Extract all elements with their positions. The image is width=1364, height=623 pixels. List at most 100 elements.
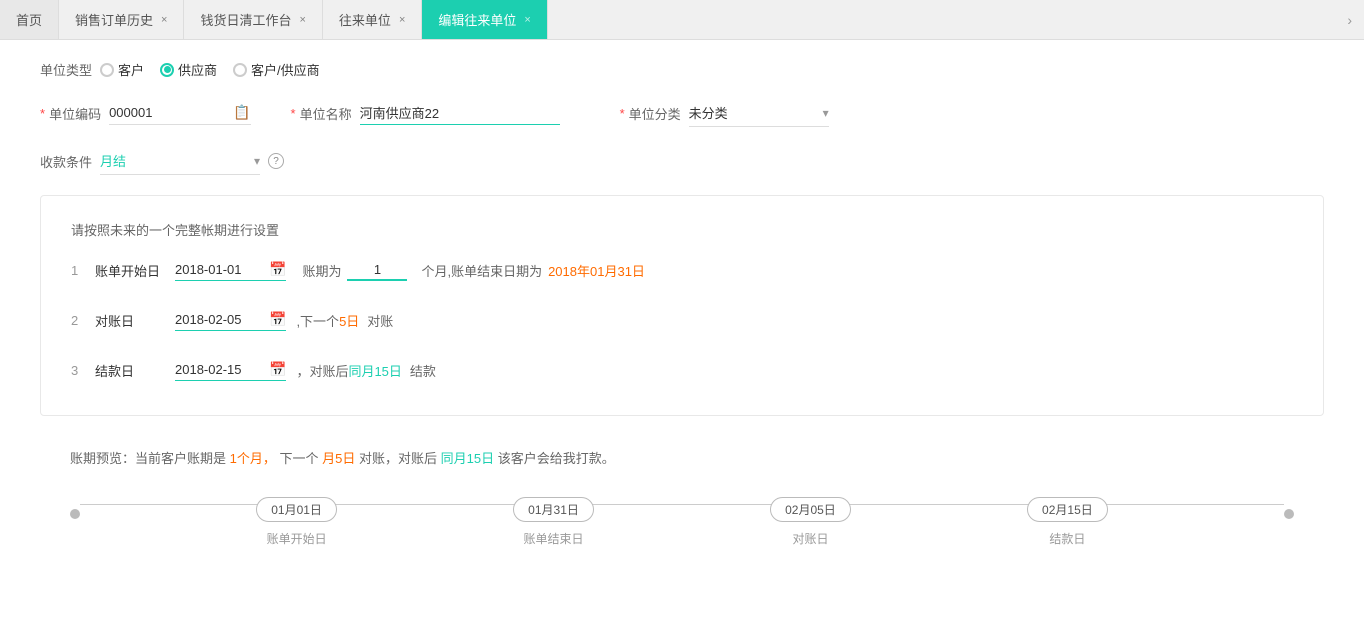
unit-code-input-wrapper: 📋 — [109, 101, 250, 125]
timeline-label-1: 账单开始日 — [267, 530, 327, 547]
timeline-label-2: 账单结束日 — [524, 530, 584, 547]
close-icon[interactable]: × — [399, 14, 405, 26]
preview-text: 账期预览：当前客户账期是 1个月， 下一个 月5日 对账，对账后 同月15日 该… — [70, 448, 1294, 467]
month-input[interactable] — [347, 260, 407, 281]
help-icon[interactable]: ? — [268, 153, 284, 169]
period-date-input-3[interactable] — [175, 362, 265, 377]
tab-more-button[interactable]: › — [1335, 12, 1364, 28]
period-num-3: 3 — [71, 363, 95, 378]
period-hint-1: 账期为 — [302, 261, 341, 280]
timeline: 01月01日 账单开始日 01月31日 账单结束日 02月05日 对账日 02月… — [70, 487, 1294, 587]
period-day-highlight-2: 5日 — [339, 311, 359, 330]
period-num-1: 1 — [71, 263, 95, 278]
period-box-title: 请按照未来的一个完整帐期进行设置 — [71, 220, 1293, 239]
period-hint-month: 个月,账单结束日期为 — [421, 261, 542, 280]
close-icon[interactable]: × — [524, 14, 530, 26]
unit-classify-select[interactable]: 未分类 ▾ — [689, 99, 829, 127]
preview-suffix: 该客户会给我打款。 — [498, 451, 615, 466]
timeline-badge-4: 02月15日 — [1027, 497, 1108, 522]
copy-icon[interactable]: 📋 — [233, 104, 250, 121]
radio-circle-supplier — [160, 63, 174, 77]
required-star3: * — [620, 106, 625, 121]
tab-cash-label: 钱货日清工作台 — [200, 10, 291, 29]
timeline-point-1: 01月01日 账单开始日 — [256, 497, 337, 547]
period-date-input-1[interactable] — [175, 262, 265, 277]
preview-section: 账期预览：当前客户账期是 1个月， 下一个 月5日 对账，对账后 同月15日 该… — [40, 432, 1324, 603]
tab-edit-label: 编辑往来单位 — [438, 10, 516, 29]
tab-partner-label: 往来单位 — [339, 10, 391, 29]
radio-circle-customer — [100, 63, 114, 77]
preview-highlight-2: 月5日 — [322, 451, 355, 466]
radio-customer-label: 客户 — [118, 60, 144, 79]
period-settings-box: 请按照未来的一个完整帐期进行设置 1 账单开始日 📅 账期为 个月,账单结束日期… — [40, 195, 1324, 416]
unit-type-label: 单位类型 — [40, 60, 92, 79]
period-day-highlight-3: 同月15日 — [348, 361, 401, 380]
period-row-2: 2 对账日 📅 ,下一个 5日 对账 — [71, 309, 1293, 331]
period-row-3: 3 结款日 📅 ，对账后 同月15日 结款 — [71, 359, 1293, 381]
period-num-2: 2 — [71, 313, 95, 328]
preview-prefix: 账期预览：当前客户账期是 — [70, 451, 226, 466]
preview-highlight-1: 1个月， — [230, 451, 276, 466]
payment-condition-label: 收款条件 — [40, 152, 92, 171]
radio-circle-both — [233, 63, 247, 77]
period-label-1: 账单开始日 — [95, 261, 175, 280]
unit-code-input[interactable] — [109, 101, 229, 124]
payment-condition-select[interactable]: 月结 ▾ — [100, 147, 260, 175]
timeline-dot-end — [1284, 509, 1294, 519]
unit-name-group: * 单位名称 — [291, 101, 560, 125]
tab-cash-work[interactable]: 钱货日清工作台 × — [184, 0, 322, 39]
timeline-end-dot — [1284, 497, 1294, 519]
tab-partner-unit[interactable]: 往来单位 × — [323, 0, 422, 39]
close-icon[interactable]: × — [299, 14, 305, 26]
unit-info-row: * 单位编码 📋 * 单位名称 * 单位分类 未分类 ▾ — [40, 99, 1324, 127]
period-date-input-2[interactable] — [175, 312, 265, 327]
timeline-label-4: 结款日 — [1049, 530, 1085, 547]
tab-home[interactable]: 首页 — [0, 0, 59, 39]
main-content: 单位类型 客户 供应商 客户/供应商 * 单位编码 — [0, 40, 1364, 623]
tab-bar: 首页 销售订单历史 × 钱货日清工作台 × 往来单位 × 编辑往来单位 × › — [0, 0, 1364, 40]
timeline-dot-start — [70, 509, 80, 519]
period-hint-3b: 结款 — [410, 361, 436, 380]
payment-condition-row: 收款条件 月结 ▾ ? — [40, 147, 1324, 175]
unit-type-group: 单位类型 客户 供应商 客户/供应商 — [40, 60, 320, 79]
payment-condition-value: 月结 — [100, 147, 254, 174]
tab-sales-label: 销售订单历史 — [75, 10, 153, 29]
period-date-3: 📅 — [175, 359, 286, 381]
timeline-start-dot — [70, 497, 80, 519]
radio-both[interactable]: 客户/供应商 — [233, 60, 320, 79]
period-hint-2a: ,下一个 — [296, 311, 339, 330]
radio-both-label: 客户/供应商 — [251, 60, 320, 79]
period-row-1: 1 账单开始日 📅 账期为 个月,账单结束日期为 2018年01月31日 — [71, 259, 1293, 281]
radio-supplier[interactable]: 供应商 — [160, 60, 217, 79]
unit-name-input[interactable] — [360, 101, 560, 125]
timeline-point-4: 02月15日 结款日 — [1027, 497, 1108, 547]
timeline-points: 01月01日 账单开始日 01月31日 账单结束日 02月05日 对账日 02月… — [70, 497, 1294, 547]
period-end-date: 2018年01月31日 — [548, 261, 645, 280]
unit-classify-label: 单位分类 — [629, 104, 681, 123]
tab-sales-order-history[interactable]: 销售订单历史 × — [59, 0, 184, 39]
tab-edit-partner[interactable]: 编辑往来单位 × — [422, 0, 547, 39]
required-star2: * — [291, 106, 296, 121]
close-icon[interactable]: × — [161, 14, 167, 26]
period-date-2: 📅 — [175, 309, 286, 331]
period-hint-2b: 对账 — [367, 311, 393, 330]
unit-name-label: 单位名称 — [300, 104, 352, 123]
unit-code-label: 单位编码 — [49, 104, 101, 123]
chevron-down-icon: ▾ — [823, 106, 829, 120]
radio-customer[interactable]: 客户 — [100, 60, 144, 79]
period-label-2: 对账日 — [95, 311, 175, 330]
chevron-down-icon2: ▾ — [254, 154, 260, 168]
tab-home-label: 首页 — [16, 10, 42, 29]
calendar-icon-2[interactable]: 📅 — [269, 311, 286, 328]
calendar-icon-1[interactable]: 📅 — [269, 261, 286, 278]
preview-highlight-3: 同月15日 — [441, 451, 494, 466]
timeline-label-3: 对账日 — [792, 530, 828, 547]
payment-condition-group: 收款条件 月结 ▾ ? — [40, 147, 284, 175]
period-hint-3a: ，对账后 — [296, 361, 348, 380]
calendar-icon-3[interactable]: 📅 — [269, 361, 286, 378]
timeline-badge-1: 01月01日 — [256, 497, 337, 522]
radio-supplier-label: 供应商 — [178, 60, 217, 79]
period-label-3: 结款日 — [95, 361, 175, 380]
timeline-point-2: 01月31日 账单结束日 — [513, 497, 594, 547]
timeline-badge-2: 01月31日 — [513, 497, 594, 522]
